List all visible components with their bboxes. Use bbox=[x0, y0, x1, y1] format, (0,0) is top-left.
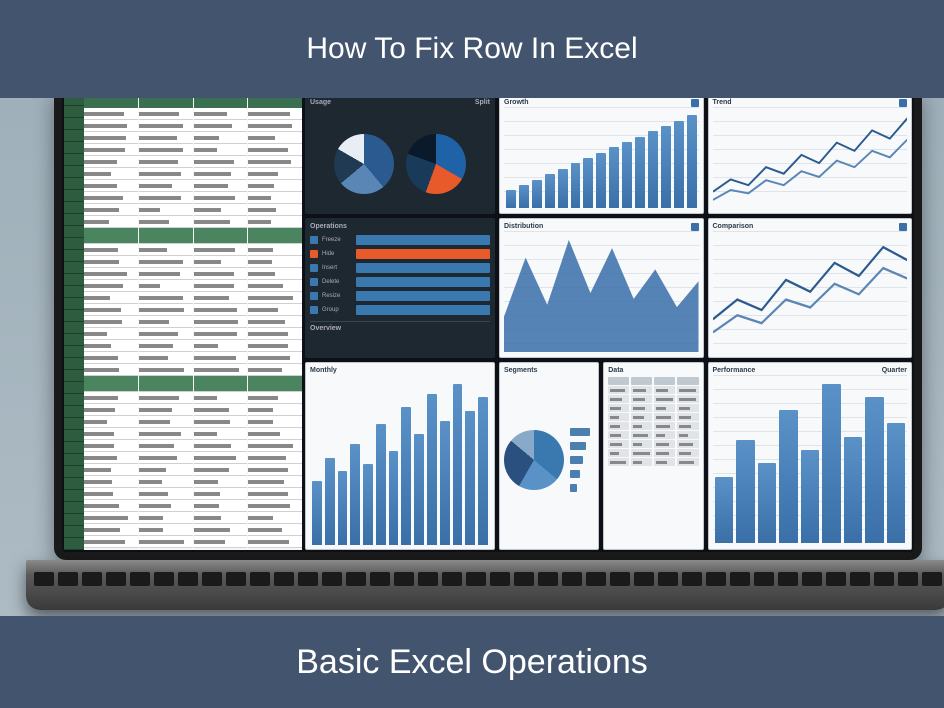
option-row[interactable]: Group bbox=[310, 303, 490, 317]
option-row[interactable]: Insert bbox=[310, 261, 490, 275]
segments-pie-panel: Segments bbox=[499, 362, 599, 550]
hbar-row bbox=[570, 440, 594, 452]
area-panel: Distribution bbox=[499, 218, 704, 358]
growth-bar-panel: Growth bbox=[499, 98, 704, 214]
monthly-bars bbox=[310, 377, 490, 545]
options-panel: Operations FreezeHideInsertDeleteResizeG… bbox=[305, 218, 495, 358]
comparison-title: Comparison bbox=[713, 223, 754, 231]
header-banner: How To Fix Row In Excel bbox=[0, 0, 944, 98]
pie-chart-3 bbox=[504, 430, 564, 490]
performance-sub: Quarter bbox=[882, 367, 907, 374]
options-list: FreezeHideInsertDeleteResizeGroup bbox=[310, 233, 490, 317]
big-bar-and-table-panel: Monthly bbox=[305, 362, 495, 550]
area-title: Distribution bbox=[504, 223, 543, 231]
trend-line-panel: Trend bbox=[708, 98, 913, 214]
hbar-row bbox=[570, 426, 594, 438]
spreadsheet-grid bbox=[64, 98, 302, 550]
mini-table bbox=[608, 377, 698, 550]
trend-line-chart bbox=[713, 110, 908, 208]
row-header-column bbox=[64, 98, 84, 550]
pie-chart-1 bbox=[334, 134, 394, 194]
option-row[interactable]: Resize bbox=[310, 289, 490, 303]
chart-icon bbox=[899, 223, 907, 231]
pie-chart-2 bbox=[406, 134, 466, 194]
laptop-screen: UsageSplit Growth Trend Oper bbox=[54, 98, 922, 560]
mini-table-panel: Data bbox=[603, 362, 703, 550]
area-chart bbox=[504, 234, 699, 352]
mini-table-title: Data bbox=[608, 367, 623, 374]
pie-panel-sub: Split bbox=[475, 99, 490, 106]
keyboard bbox=[26, 560, 944, 586]
chart-icon bbox=[899, 99, 907, 107]
dashboard-area: UsageSplit Growth Trend Oper bbox=[305, 98, 912, 550]
option-row[interactable]: Hide bbox=[310, 247, 490, 261]
footer-banner: Basic Excel Operations bbox=[0, 616, 944, 708]
monthly-title: Monthly bbox=[310, 367, 337, 374]
options-footer: Overview bbox=[310, 325, 341, 332]
segments-title: Segments bbox=[504, 367, 537, 374]
chart-icon bbox=[691, 99, 699, 107]
hbar-row bbox=[570, 454, 594, 466]
growth-title: Growth bbox=[504, 99, 529, 107]
pie-panel: Usage Split bbox=[305, 98, 495, 214]
hbar-row bbox=[570, 482, 594, 494]
spreadsheet-columns bbox=[84, 98, 302, 550]
comparison-line-panel: Comparison bbox=[708, 218, 913, 358]
category-hbar-list bbox=[570, 426, 594, 494]
bottom-left-split: Segments Data bbox=[499, 362, 704, 550]
growth-bars bbox=[504, 110, 699, 208]
option-row[interactable]: Delete bbox=[310, 275, 490, 289]
performance-title: Performance bbox=[713, 367, 756, 374]
chart-icon bbox=[691, 223, 699, 231]
trend-title: Trend bbox=[713, 99, 732, 107]
performance-bar-panel: Performance Quarter bbox=[708, 362, 913, 550]
laptop-base bbox=[26, 560, 944, 610]
option-row[interactable]: Freeze bbox=[310, 233, 490, 247]
laptop-photo-area: UsageSplit Growth Trend Oper bbox=[0, 98, 944, 616]
performance-bars bbox=[713, 377, 908, 543]
comparison-line-chart bbox=[713, 234, 908, 352]
hbar-row bbox=[570, 468, 594, 480]
footer-title: Basic Excel Operations bbox=[296, 643, 648, 682]
pie-panel-title: Usage bbox=[310, 99, 331, 106]
header-title: How To Fix Row In Excel bbox=[306, 32, 637, 66]
options-title: Operations bbox=[310, 223, 347, 230]
